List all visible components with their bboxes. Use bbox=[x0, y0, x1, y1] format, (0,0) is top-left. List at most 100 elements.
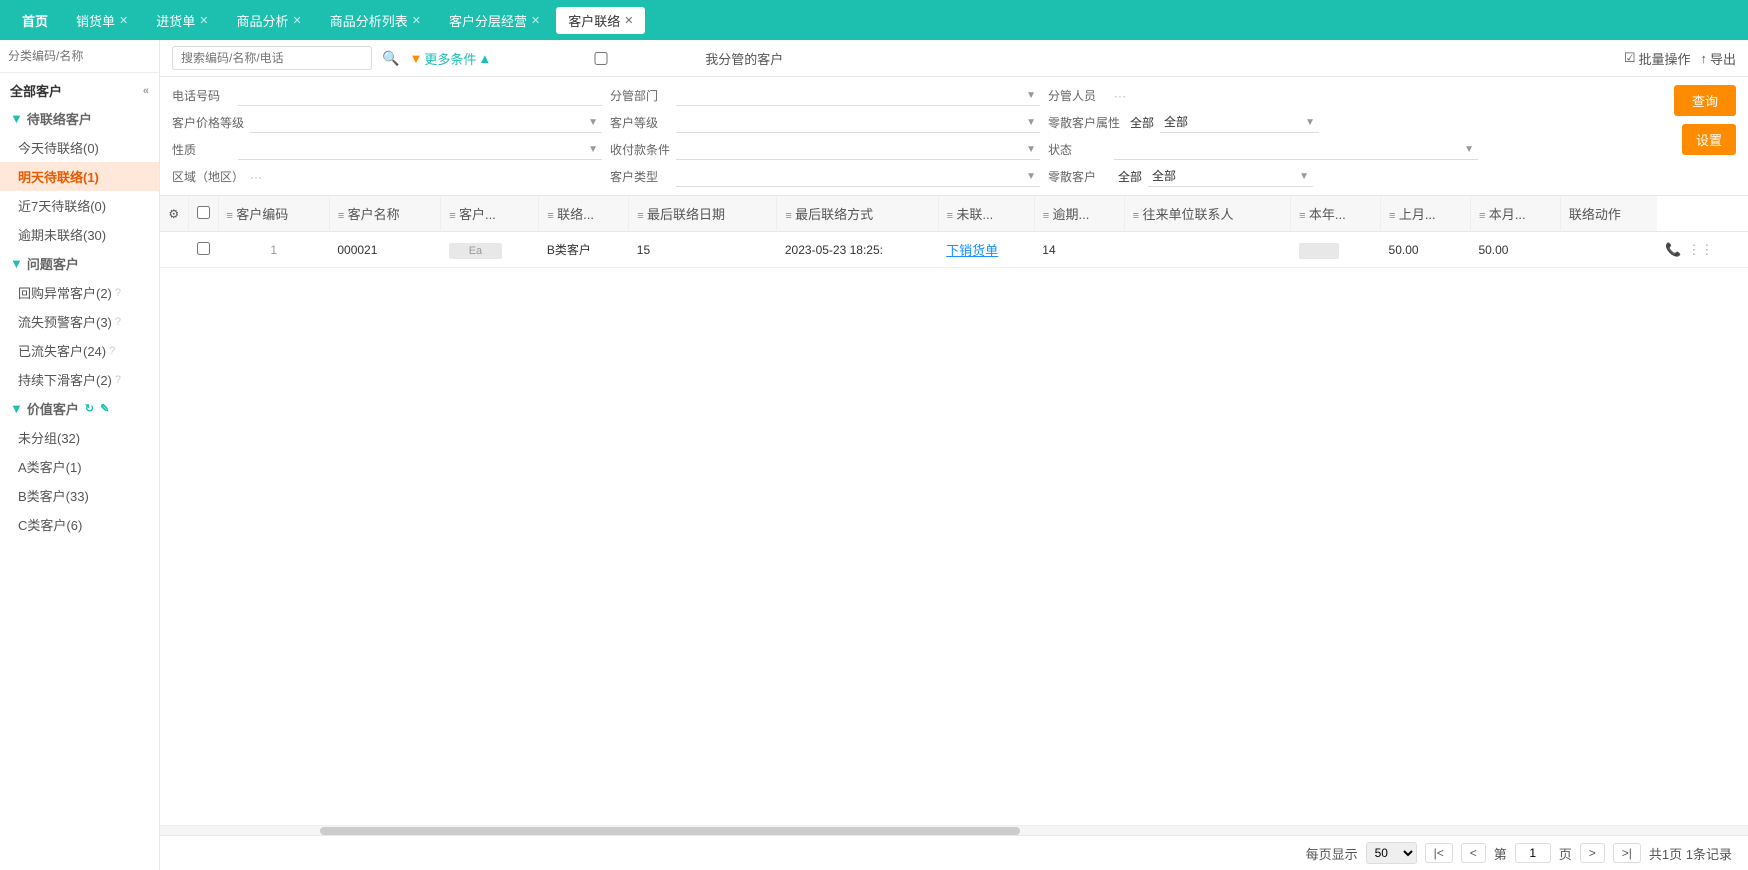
td-unlisted: 14 bbox=[1034, 232, 1124, 268]
collapse-icon[interactable]: « bbox=[143, 85, 149, 97]
close-icon[interactable]: ✕ bbox=[624, 14, 633, 27]
th-this-month: ≡ 本月... bbox=[1470, 196, 1560, 232]
sidebar-group-pending: ▼ 待联络客户 bbox=[0, 104, 159, 133]
filter-price-select[interactable] bbox=[250, 112, 602, 133]
sidebar-item-c-class[interactable]: C类客户(6) bbox=[0, 510, 159, 539]
action-phone-icon[interactable]: 📞 bbox=[1665, 242, 1681, 258]
filter-retail-attr-select[interactable]: 全部 bbox=[1160, 112, 1319, 133]
filter-retail-customer-select-wrap: 全部 ▼ bbox=[1148, 166, 1313, 187]
filter-region: 区域（地区） ··· bbox=[172, 168, 602, 185]
sidebar-search-area: 🔍 bbox=[0, 40, 159, 73]
query-button[interactable]: 查询 bbox=[1674, 85, 1736, 116]
td-last-date: 2023-05-23 18:25: bbox=[777, 232, 938, 268]
settings-button[interactable]: 设置 bbox=[1682, 124, 1736, 155]
filter-payment: 收付款条件 ▼ bbox=[610, 139, 1040, 160]
page-size-select[interactable]: 50 100 bbox=[1366, 842, 1417, 864]
filter-dept-select[interactable] bbox=[676, 85, 1040, 106]
scrollbar-thumb[interactable] bbox=[320, 827, 1020, 835]
sidebar-all-customers[interactable]: 全部客户 « bbox=[0, 73, 159, 104]
filter-dept-label: 分管部门 bbox=[610, 87, 670, 104]
nav-product-analysis-list[interactable]: 商品分析列表 ✕ bbox=[318, 7, 433, 34]
filter-actions: 查询 设置 bbox=[1674, 85, 1736, 155]
filter-retail-customer-select[interactable]: 全部 bbox=[1148, 166, 1313, 187]
advanced-filter-panel: 电话号码 分管部门 ▼ bbox=[160, 77, 1748, 196]
nav-product-analysis[interactable]: 商品分析 ✕ bbox=[224, 7, 313, 34]
horizontal-scrollbar[interactable] bbox=[160, 825, 1748, 835]
last-method-link[interactable]: 下销货单 bbox=[946, 243, 998, 258]
refresh-icon[interactable]: ↻ bbox=[85, 402, 94, 415]
select-all-checkbox[interactable] bbox=[197, 206, 210, 219]
sidebar-item-tomorrow[interactable]: 明天待联络(1) bbox=[0, 162, 159, 191]
export-btn[interactable]: ↑ 导出 bbox=[1700, 49, 1736, 68]
td-contacts bbox=[1291, 232, 1381, 268]
nav-customer-contact[interactable]: 客户联络 ✕ bbox=[556, 7, 645, 34]
next-page-btn[interactable]: > bbox=[1580, 843, 1605, 863]
nav-purchase[interactable]: 进货单 ✕ bbox=[144, 7, 220, 34]
close-icon[interactable]: ✕ bbox=[199, 14, 208, 27]
last-page-btn[interactable]: >| bbox=[1613, 843, 1641, 863]
td-last-month: 50.00 bbox=[1470, 232, 1560, 268]
sidebar-item-a-class[interactable]: A类客户(1) bbox=[0, 452, 159, 481]
sidebar-item-7days[interactable]: 近7天待联络(0) bbox=[0, 191, 159, 220]
filter-region-label: 区域（地区） bbox=[172, 168, 244, 185]
my-customers-checkbox[interactable]: 我分管的客户 bbox=[501, 49, 783, 68]
close-icon[interactable]: ✕ bbox=[119, 14, 128, 27]
first-page-btn[interactable]: |< bbox=[1425, 843, 1453, 863]
more-conditions-btn[interactable]: ▼ 更多条件 ▲ bbox=[409, 49, 491, 68]
filter-row-2: 客户价格等级 ▼ 客户等级 bbox=[172, 112, 1666, 133]
filter-phone-input[interactable] bbox=[238, 85, 602, 106]
help-icon: ? bbox=[115, 287, 121, 299]
td-this-month bbox=[1560, 232, 1657, 268]
filter-search-icon[interactable]: 🔍 bbox=[382, 50, 399, 67]
sidebar: 🔍 全部客户 « ▼ 待联络客户 今天待联络(0) 明天待联络(1) 近7天待联… bbox=[0, 40, 160, 870]
row-checkbox[interactable] bbox=[197, 242, 210, 255]
th-settings[interactable]: ⚙ bbox=[160, 196, 188, 232]
filter-dept: 分管部门 ▼ bbox=[610, 85, 1040, 106]
close-icon[interactable]: ✕ bbox=[412, 14, 421, 27]
edit-icon[interactable]: ✎ bbox=[100, 402, 109, 415]
filter-customer-type-select[interactable] bbox=[676, 166, 1040, 187]
filter-nature: 性质 ▼ bbox=[172, 139, 602, 160]
my-customers-input[interactable] bbox=[501, 52, 701, 65]
nav-customer-tier[interactable]: 客户分层经营 ✕ bbox=[437, 7, 552, 34]
sidebar-group-value: ▼ 价值客户 ↻ ✎ bbox=[0, 394, 159, 423]
filter-customer-level-select[interactable] bbox=[676, 112, 1040, 133]
filter-dept-select-wrap: ▼ bbox=[676, 85, 1040, 106]
sidebar-item-overdue[interactable]: 逾期未联络(30) bbox=[0, 220, 159, 249]
content-area: 🔍 ▼ 更多条件 ▲ 我分管的客户 ☑ 批量操作 ↑ 导出 bbox=[160, 40, 1748, 870]
sidebar-group-problem: ▼ 问题客户 bbox=[0, 249, 159, 278]
filter-payment-select[interactable] bbox=[676, 139, 1040, 160]
sidebar-item-repurchase-abnormal[interactable]: 回购异常客户(2) ? bbox=[0, 278, 159, 307]
filter-customer-type: 客户类型 ▼ bbox=[610, 166, 1040, 187]
table-row: 1 000021 Ea B类客户 15 2023-05-23 18:25: 下销… bbox=[160, 232, 1748, 268]
sidebar-search-input[interactable] bbox=[8, 49, 160, 63]
th-checkbox bbox=[188, 196, 218, 232]
td-overdue bbox=[1124, 232, 1290, 268]
search-input[interactable] bbox=[172, 46, 372, 70]
filter-row-1: 电话号码 分管部门 ▼ bbox=[172, 85, 1666, 106]
filter-region-dots[interactable]: ··· bbox=[250, 170, 262, 184]
close-icon[interactable]: ✕ bbox=[293, 14, 302, 27]
sidebar-item-declining[interactable]: 持续下滑客户(2) ? bbox=[0, 365, 159, 394]
page-number-input[interactable] bbox=[1515, 843, 1551, 863]
nav-salorder[interactable]: 销货单 ✕ bbox=[64, 7, 140, 34]
prev-page-btn[interactable]: < bbox=[1461, 843, 1486, 863]
sidebar-item-today[interactable]: 今天待联络(0) bbox=[0, 133, 159, 162]
filter-manager-dots[interactable]: ··· bbox=[1114, 89, 1126, 103]
sidebar-item-churn-warning[interactable]: 流失预警客户(3) ? bbox=[0, 307, 159, 336]
sidebar-item-churned[interactable]: 已流失客户(24) ? bbox=[0, 336, 159, 365]
filter-row-3: 性质 ▼ 收付款条件 bbox=[172, 139, 1666, 160]
filter-status-select[interactable] bbox=[1114, 139, 1478, 160]
sidebar-item-b-class[interactable]: B类客户(33) bbox=[0, 481, 159, 510]
close-icon[interactable]: ✕ bbox=[531, 14, 540, 27]
filter-price-select-wrap: ▼ bbox=[250, 112, 602, 133]
sidebar-item-ungrouped[interactable]: 未分组(32) bbox=[0, 423, 159, 452]
th-unlisted: ≡ 未联... bbox=[938, 196, 1034, 232]
batch-operation-btn[interactable]: ☑ 批量操作 bbox=[1624, 49, 1691, 68]
nav-home[interactable]: 首页 bbox=[10, 7, 60, 34]
action-more-icon[interactable]: ⋮⋮ bbox=[1687, 242, 1713, 258]
customer-table: ⚙ ≡ 客户编码 ≡ 客户名称 ≡ 客户... ≡ 联络... ≡ 最后联络日期… bbox=[160, 196, 1748, 268]
filter-nature-select[interactable] bbox=[238, 139, 602, 160]
filter-bar: 🔍 ▼ 更多条件 ▲ 我分管的客户 ☑ 批量操作 ↑ 导出 bbox=[160, 40, 1748, 77]
td-code: 000021 bbox=[329, 232, 440, 268]
